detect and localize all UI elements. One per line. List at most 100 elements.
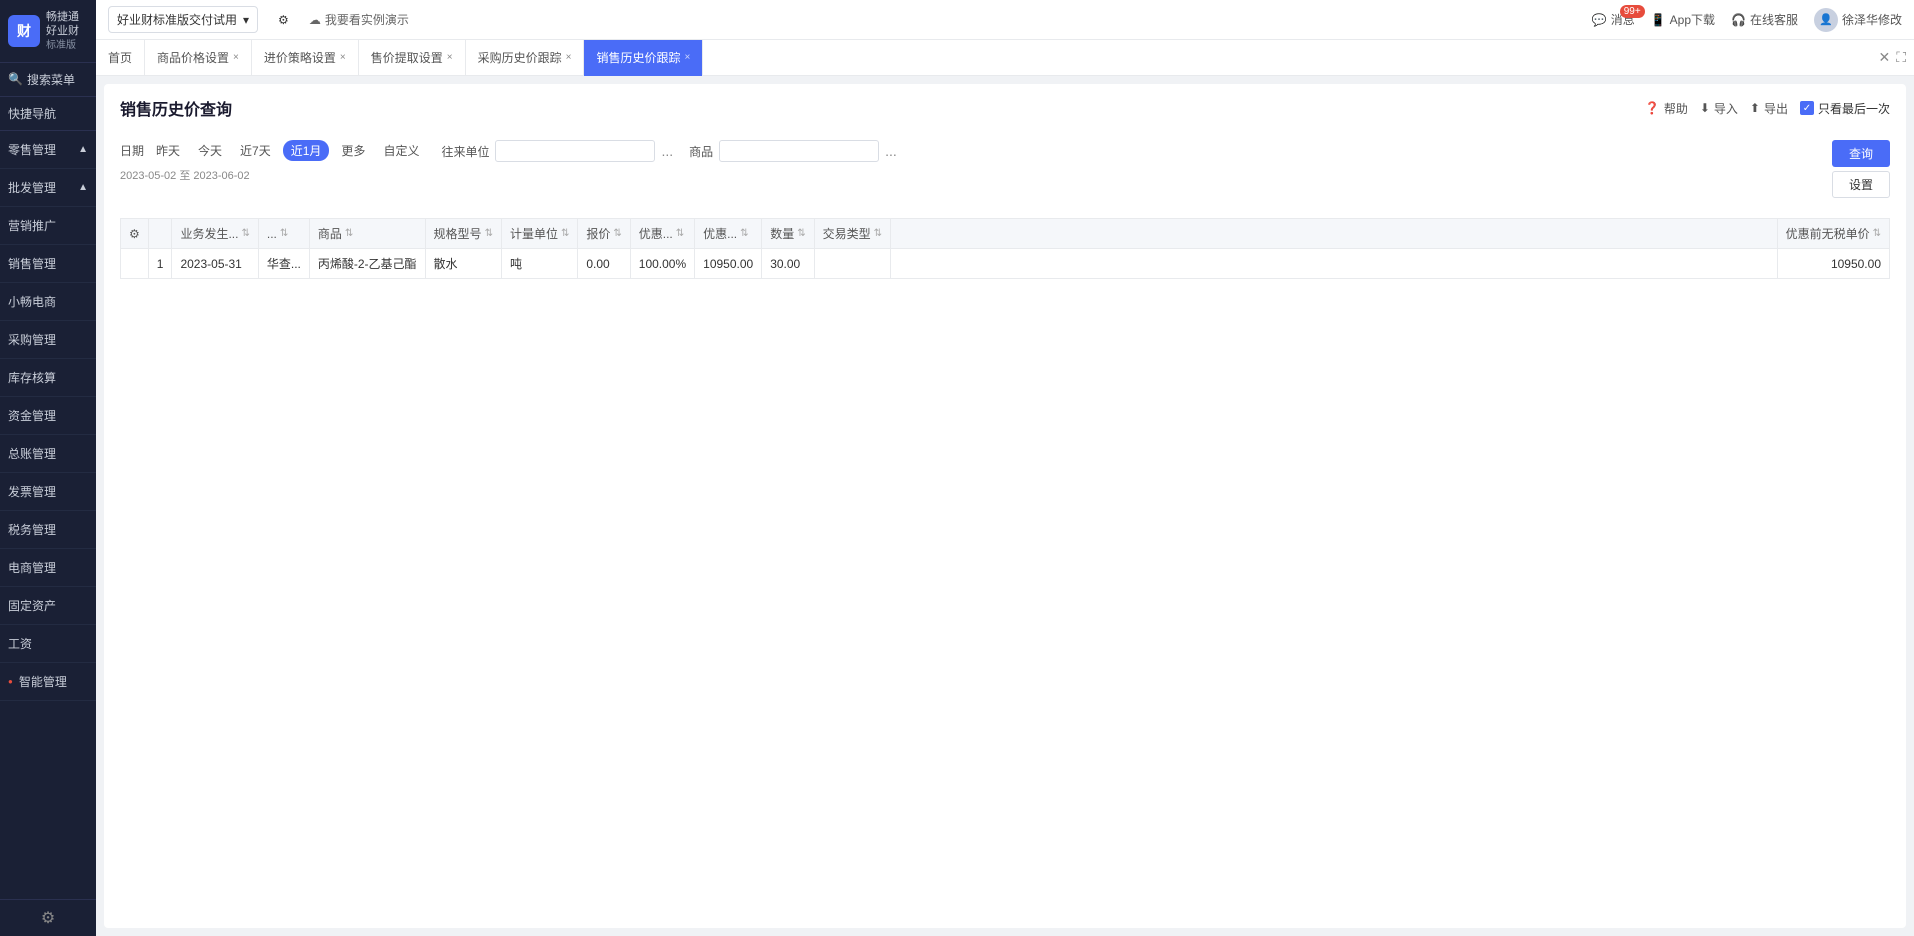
headset-icon: 🎧: [1731, 13, 1746, 27]
close-icon[interactable]: ×: [684, 52, 690, 63]
th-biz-date[interactable]: 业务发生... ⇅: [172, 219, 258, 249]
sidebar-item-inventory[interactable]: 库存核算: [0, 359, 96, 397]
sidebar-item-wholesale[interactable]: 批发管理 ▲: [0, 169, 96, 207]
sidebar-logo: 财 畅捷通好业财 标准版: [0, 0, 96, 63]
filter-row: 日期 昨天 今天 近7天 近1月 更多 自定义 2023-05-02 至 202…: [120, 132, 1890, 206]
close-icon[interactable]: ×: [233, 52, 239, 63]
product-picker-btn[interactable]: ...: [885, 143, 897, 159]
sidebar-item-retail[interactable]: 零售管理 ▲: [0, 131, 96, 169]
sidebar-item-sales[interactable]: 销售管理: [0, 245, 96, 283]
sidebar-item-assets[interactable]: 固定资产: [0, 587, 96, 625]
sidebar-item-tax[interactable]: 税务管理: [0, 511, 96, 549]
online-service-btn[interactable]: 🎧 在线客服: [1731, 11, 1798, 28]
sidebar-item-invoice[interactable]: 发票管理: [0, 473, 96, 511]
close-icon[interactable]: ×: [566, 52, 572, 63]
sidebar-item-finance[interactable]: 资金管理: [0, 397, 96, 435]
checkbox-icon: ✓: [1800, 101, 1814, 115]
page-content: 销售历史价查询 ❓ 帮助 ⬇ 导入 ⬆ 导出 ✓ 只看最后一次: [104, 84, 1906, 928]
query-button[interactable]: 查询: [1832, 140, 1890, 167]
date-opt-custom[interactable]: 自定义: [377, 140, 425, 161]
th-unit[interactable]: 计量单位 ⇅: [501, 219, 577, 249]
th-discount-price[interactable]: 优惠... ⇅: [695, 219, 762, 249]
th-gear[interactable]: ⚙: [121, 219, 149, 249]
message-btn[interactable]: 💬 消息 99+: [1592, 11, 1635, 28]
sidebar: 财 畅捷通好业财 标准版 🔍 搜索菜单 快捷导航 零售管理 ▲ 批发管理 ▲ 营…: [0, 0, 96, 936]
th-discount-rate[interactable]: 优惠... ⇅: [630, 219, 694, 249]
filter-actions: 查询 设置: [1832, 140, 1890, 198]
date-opt-more[interactable]: 更多: [335, 140, 371, 161]
th-product[interactable]: 商品 ⇅: [309, 219, 425, 249]
product-input[interactable]: [719, 140, 879, 162]
sidebar-item-ledger[interactable]: 总账管理: [0, 435, 96, 473]
chevron-down-icon: ▾: [243, 13, 249, 27]
column-settings-icon[interactable]: ⚙: [129, 227, 140, 241]
sidebar-item-marketing[interactable]: 营销推广: [0, 207, 96, 245]
demo-link[interactable]: ☁ 我要看实例演示: [309, 11, 409, 28]
th-quoted-price[interactable]: 报价 ⇅: [578, 219, 630, 249]
topbar-right: 💬 消息 99+ 📱 App下载 🎧 在线客服 👤 徐泽华修改: [1592, 8, 1902, 32]
only-last-checkbox[interactable]: ✓ 只看最后一次: [1800, 100, 1890, 117]
date-opt-yesterday[interactable]: 昨天: [150, 140, 186, 161]
tab-price-extract[interactable]: 售价提取设置 ×: [359, 40, 466, 76]
sort-icon: ⇅: [740, 228, 748, 239]
export-btn[interactable]: ⬆ 导出: [1750, 100, 1788, 117]
sidebar-search[interactable]: 🔍 搜索菜单: [0, 63, 96, 97]
maximize-icon[interactable]: ⛶: [1896, 49, 1906, 66]
cell-product: 丙烯酸-2-乙基己酯: [309, 249, 425, 279]
help-btn[interactable]: ❓ 帮助: [1645, 100, 1688, 117]
date-options: 日期 昨天 今天 近7天 近1月 更多 自定义: [120, 140, 425, 161]
tab-price-settings[interactable]: 商品价格设置 ×: [145, 40, 252, 76]
sidebar-item-payroll[interactable]: 工资: [0, 625, 96, 663]
cell-gear: [121, 249, 149, 279]
sidebar-settings[interactable]: ⚙: [0, 899, 96, 936]
page-title: 销售历史价查询: [120, 96, 232, 120]
th-spec[interactable]: 规格型号 ⇅: [425, 219, 501, 249]
tab-home[interactable]: 首页: [96, 40, 145, 76]
app-download-btn[interactable]: 📱 App下载: [1651, 11, 1715, 28]
sort-icon: ⇅: [345, 228, 353, 239]
cell-discount-price: 10950.00: [695, 249, 762, 279]
cell-more: 华查...: [258, 249, 309, 279]
settings-icon-btn[interactable]: ⚙: [270, 9, 297, 31]
play-icon: ☁: [309, 13, 321, 27]
tab-purchase-strategy[interactable]: 进价策略设置 ×: [252, 40, 359, 76]
sidebar-item-ecommerce-small[interactable]: 小畅电商: [0, 283, 96, 321]
sidebar-item-purchase[interactable]: 采购管理: [0, 321, 96, 359]
cell-quoted-price: 0.00: [578, 249, 630, 279]
date-opt-today[interactable]: 今天: [192, 140, 228, 161]
setting-button[interactable]: 设置: [1832, 171, 1890, 198]
th-row-num: [148, 219, 172, 249]
user-menu[interactable]: 👤 徐泽华修改: [1814, 8, 1902, 32]
th-more[interactable]: ... ⇅: [258, 219, 309, 249]
sidebar-quick-nav[interactable]: 快捷导航: [0, 97, 96, 131]
th-quantity[interactable]: 数量 ⇅: [762, 219, 814, 249]
table-header-row: ⚙ 业务发生... ⇅ ... ⇅: [121, 219, 1890, 249]
gear-icon[interactable]: ⚙: [41, 908, 55, 928]
date-opt-last7[interactable]: 近7天: [234, 140, 277, 161]
tab-sales-history[interactable]: 销售历史价跟踪 ×: [584, 40, 703, 76]
date-range-display: 2023-05-02 至 2023-06-02: [120, 167, 425, 183]
tab-purchase-history[interactable]: 采购历史价跟踪 ×: [466, 40, 585, 76]
close-icon[interactable]: ×: [340, 52, 346, 63]
sort-icon: ⇅: [676, 228, 684, 239]
version-selector[interactable]: 好业财标准版交付试用 ▾: [108, 6, 258, 33]
date-label: 日期: [120, 142, 144, 159]
cell-row-num: 1: [148, 249, 172, 279]
sidebar-item-smart[interactable]: ● 智能管理: [0, 663, 96, 701]
th-trade-type[interactable]: 交易类型 ⇅: [814, 219, 890, 249]
import-btn[interactable]: ⬇ 导入: [1700, 100, 1738, 117]
search-icon: 🔍: [8, 72, 23, 86]
cell-trade-type: [814, 249, 890, 279]
sort-icon: ⇅: [561, 228, 569, 239]
th-pretax-price[interactable]: 优惠前无税单价 ⇅: [1777, 219, 1889, 249]
close-window-icon[interactable]: ✕: [1878, 49, 1890, 66]
tabbar: 首页 商品价格设置 × 进价策略设置 × 售价提取设置 × 采购历史价跟踪 × …: [96, 40, 1914, 76]
date-opt-last1m[interactable]: 近1月: [283, 140, 330, 161]
from-company-picker-btn[interactable]: ...: [661, 143, 673, 159]
version-label: 好业财标准版交付试用: [117, 11, 237, 28]
from-company-input[interactable]: [495, 140, 655, 162]
close-icon[interactable]: ×: [447, 52, 453, 63]
date-filter-group: 日期 昨天 今天 近7天 近1月 更多 自定义 2023-05-02 至 202…: [120, 140, 425, 183]
sidebar-item-ecommerce[interactable]: 电商管理: [0, 549, 96, 587]
download-icon: 📱: [1651, 13, 1666, 27]
